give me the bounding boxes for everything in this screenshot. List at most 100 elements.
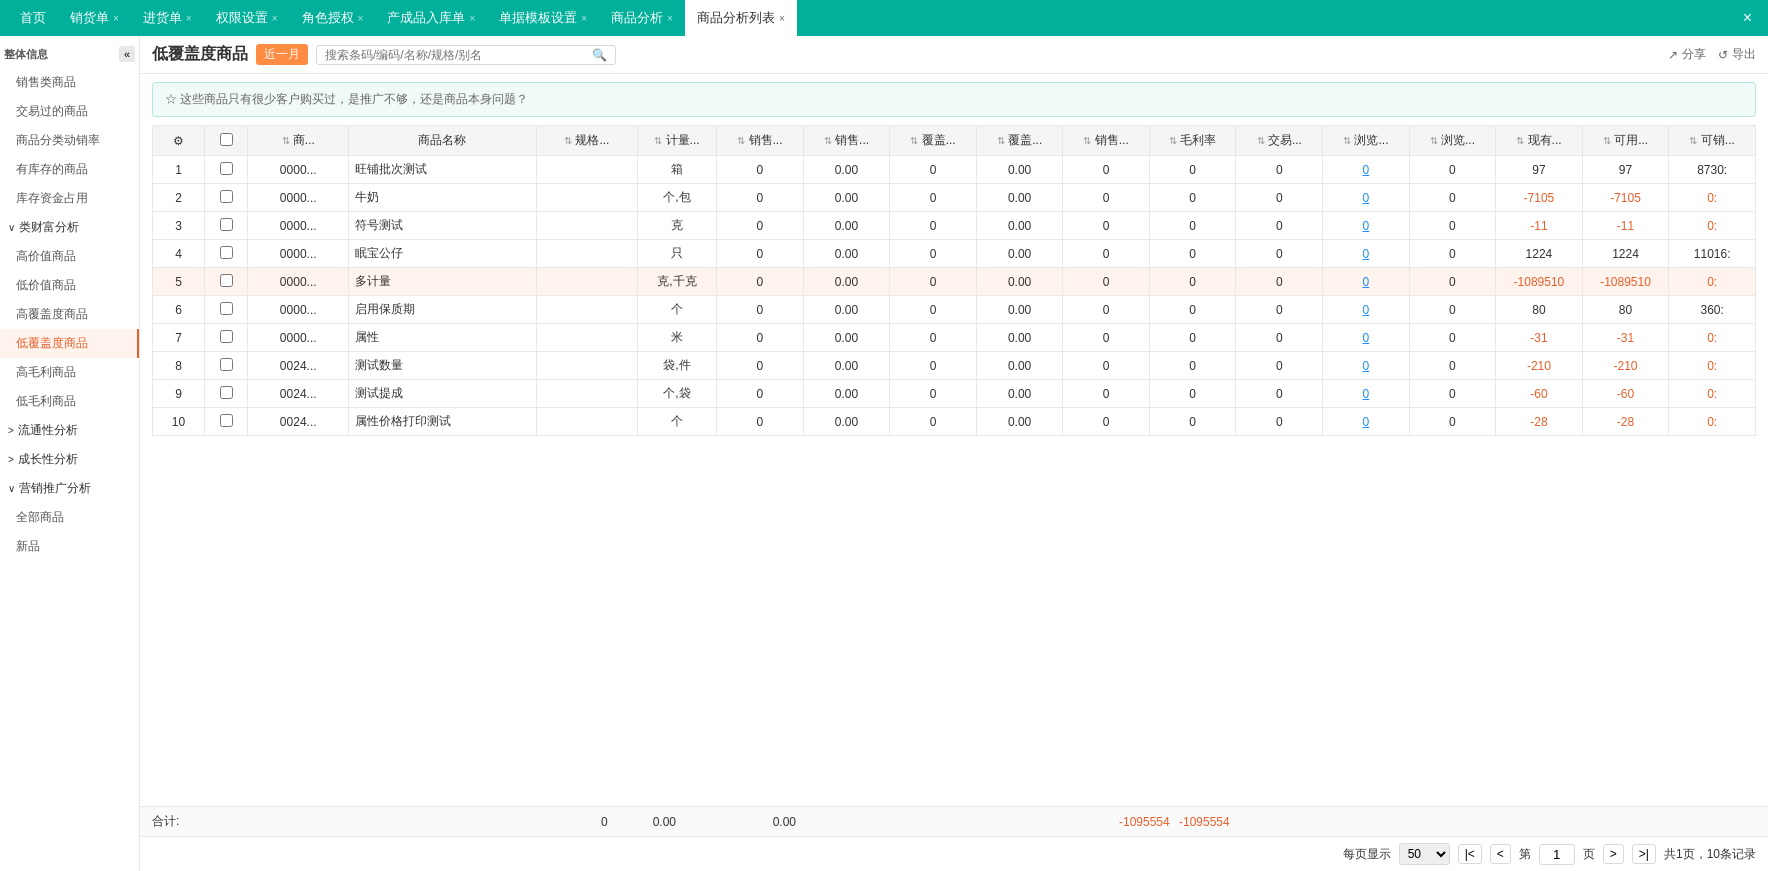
per-page-select[interactable]: 50 100 200 — [1399, 843, 1450, 865]
sidebar-section-liquidity[interactable]: > 流通性分析 — [0, 416, 139, 445]
cell-browse1[interactable]: 0 — [1323, 352, 1410, 380]
nav-tab-template[interactable]: 单据模板设置 × — [487, 0, 599, 36]
th-sales3[interactable]: ⇅ 销售... — [1063, 126, 1150, 156]
nav-tab-template-close[interactable]: × — [581, 13, 587, 24]
cell-chk[interactable] — [204, 184, 247, 212]
cell-browse1[interactable]: 0 — [1323, 156, 1410, 184]
th-available[interactable]: ⇅ 可用... — [1582, 126, 1669, 156]
cell-spec — [536, 324, 637, 352]
cell-available: -210 — [1582, 352, 1669, 380]
cell-chk[interactable] — [204, 212, 247, 240]
nav-tab-permission[interactable]: 权限设置 × — [204, 0, 290, 36]
page-input[interactable] — [1539, 844, 1575, 865]
cell-chk[interactable] — [204, 268, 247, 296]
cell-chk[interactable] — [204, 240, 247, 268]
th-cover1[interactable]: ⇅ 覆盖... — [890, 126, 977, 156]
cell-browse1[interactable]: 0 — [1323, 184, 1410, 212]
cell-browse1[interactable]: 0 — [1323, 240, 1410, 268]
cell-browse1[interactable]: 0 — [1323, 296, 1410, 324]
cell-trade: 0 — [1236, 352, 1323, 380]
th-current[interactable]: ⇅ 现有... — [1496, 126, 1583, 156]
first-page-button[interactable]: |< — [1458, 844, 1482, 864]
sidebar-item-high-coverage[interactable]: 高覆盖度商品 — [0, 300, 139, 329]
cell-chk[interactable] — [204, 324, 247, 352]
th-sales-amt[interactable]: ⇅ 销售... — [803, 126, 890, 156]
nav-tab-role[interactable]: 角色授权 × — [290, 0, 376, 36]
nav-tab-sales-label: 销货单 — [70, 9, 109, 27]
cell-trade: 0 — [1236, 212, 1323, 240]
cell-chk[interactable] — [204, 156, 247, 184]
close-all-button[interactable]: × — [1735, 9, 1760, 27]
sidebar-item-in-stock[interactable]: 有库存的商品 — [0, 155, 139, 184]
th-browse1[interactable]: ⇅ 浏览... — [1323, 126, 1410, 156]
th-name[interactable]: 商品名称 — [349, 126, 537, 156]
cell-chk[interactable] — [204, 296, 247, 324]
cell-browse1[interactable]: 0 — [1323, 268, 1410, 296]
sidebar-item-low-coverage[interactable]: 低覆盖度商品 — [0, 329, 139, 358]
nav-tab-analysis-list[interactable]: 商品分析列表 × — [685, 0, 797, 36]
banner-text: ☆ 这些商品只有很少客户购买过，是推广不够，还是商品本身问题？ — [165, 91, 528, 108]
th-browse2[interactable]: ⇅ 浏览... — [1409, 126, 1496, 156]
sidebar-item-low-profit[interactable]: 低毛利商品 — [0, 387, 139, 416]
table-footer: 合计: 0 0.00 0.00 -1095554 -1095554 — [140, 806, 1768, 836]
cell-gross: 0 — [1149, 380, 1236, 408]
sidebar-section-wealth[interactable]: ∨ 类财富分析 — [0, 213, 139, 242]
th-gross[interactable]: ⇅ 毛利率 — [1149, 126, 1236, 156]
share-button[interactable]: ↗ 分享 — [1668, 46, 1706, 63]
cell-browse1[interactable]: 0 — [1323, 380, 1410, 408]
cell-chk[interactable] — [204, 352, 247, 380]
sidebar-item-traded-goods[interactable]: 交易过的商品 — [0, 97, 139, 126]
th-sellable[interactable]: ⇅ 可销... — [1669, 126, 1756, 156]
th-checkbox[interactable] — [204, 126, 247, 156]
nav-tab-role-close[interactable]: × — [358, 13, 364, 24]
search-input[interactable] — [325, 48, 588, 62]
nav-tab-warehouse-close[interactable]: × — [469, 13, 475, 24]
next-page-button[interactable]: > — [1603, 844, 1624, 864]
sidebar-item-new-goods[interactable]: 新品 — [0, 532, 139, 561]
sidebar-item-all-goods[interactable]: 全部商品 — [0, 503, 139, 532]
nav-tab-sales-close[interactable]: × — [113, 13, 119, 24]
prev-page-button[interactable]: < — [1490, 844, 1511, 864]
cell-browse1[interactable]: 0 — [1323, 324, 1410, 352]
settings-icon[interactable]: ⚙ — [173, 134, 184, 148]
cell-browse1[interactable]: 0 — [1323, 408, 1410, 436]
cell-spec — [536, 268, 637, 296]
sidebar-item-low-value[interactable]: 低价值商品 — [0, 271, 139, 300]
nav-tab-analysis-close[interactable]: × — [667, 13, 673, 24]
sidebar-collapse-button[interactable]: « — [119, 46, 135, 62]
nav-tab-purchase-close[interactable]: × — [186, 13, 192, 24]
cell-gross: 0 — [1149, 156, 1236, 184]
cell-chk[interactable] — [204, 380, 247, 408]
sidebar-section-marketing[interactable]: ∨ 营销推广分析 — [0, 474, 139, 503]
th-cover2[interactable]: ⇅ 覆盖... — [976, 126, 1063, 156]
th-sales-qty[interactable]: ⇅ 销售... — [717, 126, 804, 156]
th-spec[interactable]: ⇅ 规格... — [536, 126, 637, 156]
th-idx[interactable]: ⚙ — [153, 126, 205, 156]
period-button[interactable]: 近一月 — [256, 44, 308, 65]
nav-tab-sales[interactable]: 销货单 × — [58, 0, 131, 36]
th-code[interactable]: ⇅ 商... — [248, 126, 349, 156]
sidebar-item-capital[interactable]: 库存资金占用 — [0, 184, 139, 213]
sidebar-section-growth[interactable]: > 成长性分析 — [0, 445, 139, 474]
sidebar-item-sales-goods[interactable]: 销售类商品 — [0, 68, 139, 97]
nav-tab-warehouse[interactable]: 产成品入库单 × — [375, 0, 487, 36]
table-container[interactable]: ⚙ ⇅ 商... 商品名称 ⇅ 规格... ⇅ 计量. — [140, 125, 1768, 806]
sidebar-item-high-value[interactable]: 高价值商品 — [0, 242, 139, 271]
cell-sales3: 0 — [1063, 324, 1150, 352]
nav-tab-purchase[interactable]: 进货单 × — [131, 0, 204, 36]
nav-tab-analysis-list-close[interactable]: × — [779, 13, 785, 24]
th-unit[interactable]: ⇅ 计量... — [637, 126, 716, 156]
nav-tab-analysis[interactable]: 商品分析 × — [599, 0, 685, 36]
sidebar-item-high-profit[interactable]: 高毛利商品 — [0, 358, 139, 387]
cell-chk[interactable] — [204, 408, 247, 436]
export-button[interactable]: ↺ 导出 — [1718, 46, 1756, 63]
sidebar-item-category-rate[interactable]: 商品分类动销率 — [0, 126, 139, 155]
last-page-button[interactable]: >| — [1632, 844, 1656, 864]
cell-browse1[interactable]: 0 — [1323, 212, 1410, 240]
select-all-checkbox[interactable] — [220, 133, 233, 146]
cell-sellable: 0: — [1669, 184, 1756, 212]
th-trade[interactable]: ⇅ 交易... — [1236, 126, 1323, 156]
nav-tab-permission-close[interactable]: × — [272, 13, 278, 24]
search-icon[interactable]: 🔍 — [592, 48, 607, 62]
nav-tab-home[interactable]: 首页 — [8, 0, 58, 36]
